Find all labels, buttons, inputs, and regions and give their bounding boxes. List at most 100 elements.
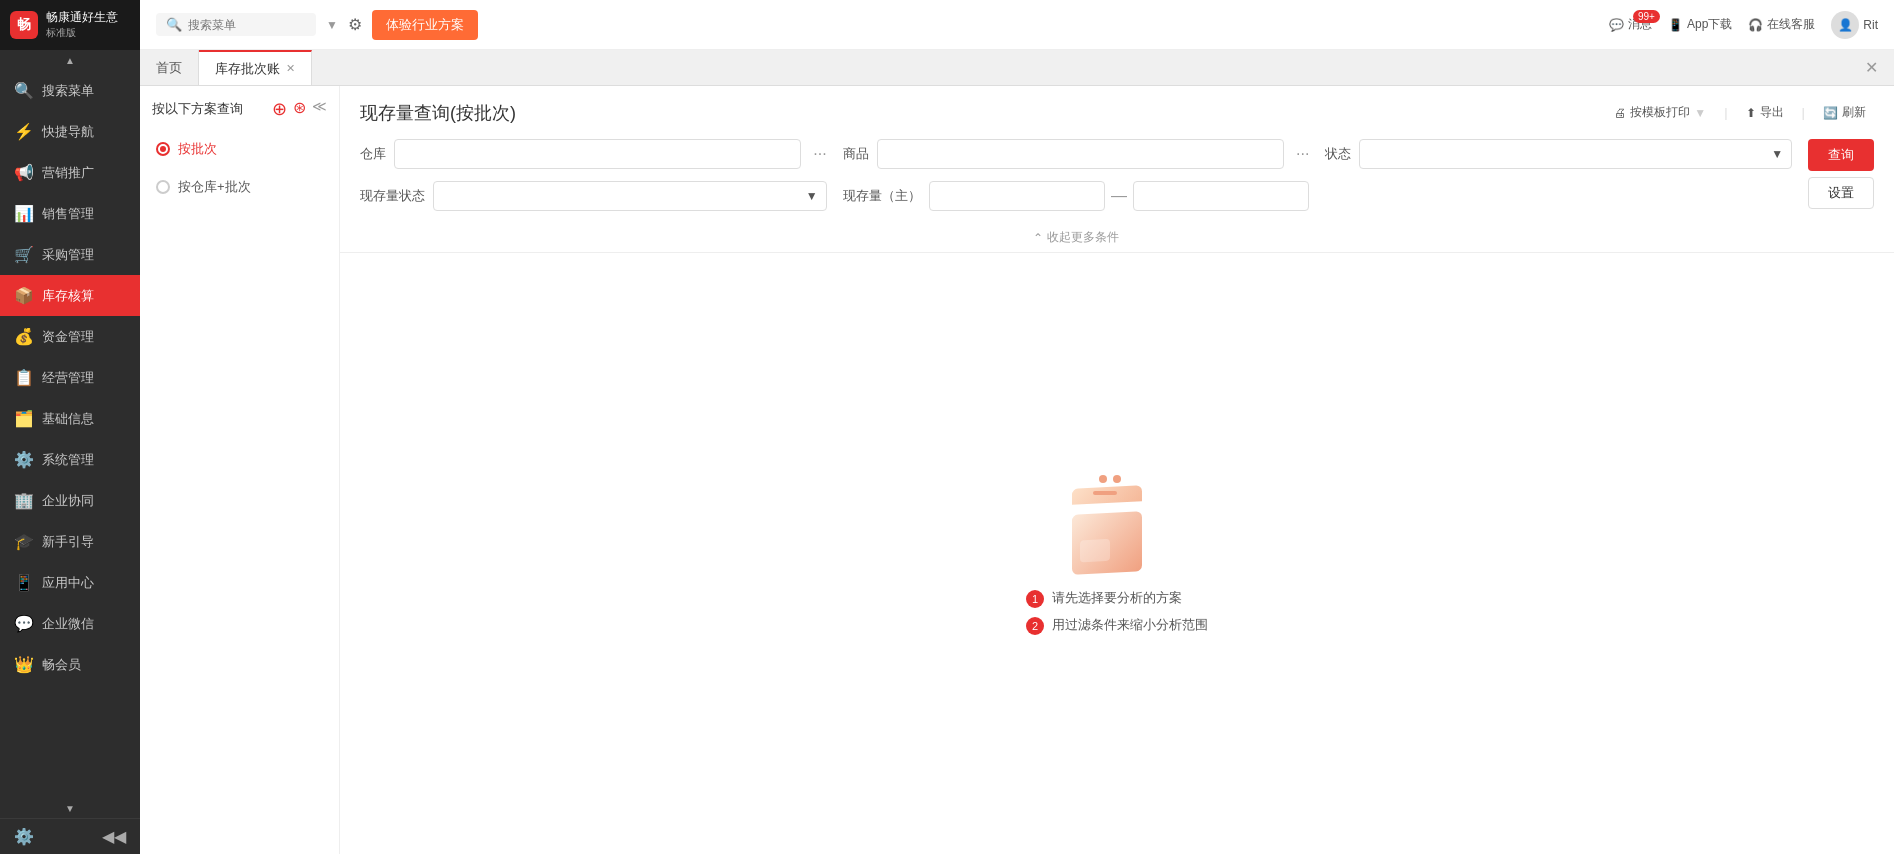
collapse-label: 收起更多条件 (1047, 229, 1119, 246)
export-label: 导出 (1760, 104, 1784, 121)
sidebar-item-search[interactable]: 🔍 搜索菜单 (0, 70, 140, 111)
sidebar-label-search: 搜索菜单 (42, 82, 94, 100)
message-btn[interactable]: 💬 消息 99+ (1609, 16, 1652, 33)
topbar: 🔍 ▼ ⚙ 体验行业方案 💬 消息 99+ 📱 App下载 🎧 在线客服 👤 R (140, 0, 1894, 50)
sidebar-item-inventory[interactable]: 📦 库存核算 (0, 275, 140, 316)
sidebar-item-member[interactable]: 👑 畅会员 (0, 644, 140, 685)
tab-home[interactable]: 首页 (140, 50, 199, 85)
right-panel: 现存量查询(按批次) 🖨 按模板打印 ▼ | ⬆ 导出 | (340, 86, 1894, 854)
sidebar-item-purchase[interactable]: 🛒 采购管理 (0, 234, 140, 275)
lp-item-by-batch[interactable]: 按批次 (140, 130, 339, 168)
settings-btn[interactable]: 设置 (1808, 177, 1874, 209)
tabbar: 首页 库存批次账 ✕ ✕ (140, 50, 1894, 86)
lp-add-icon[interactable]: ⊕ (272, 98, 287, 120)
search-input[interactable] (188, 18, 306, 32)
sidebar-item-quick-nav[interactable]: ⚡ 快捷导航 (0, 111, 140, 152)
inventory-icon: 📦 (14, 286, 34, 305)
refresh-icon: 🔄 (1823, 106, 1838, 120)
inv-amount-range: — (929, 181, 1310, 211)
query-settings-col: 查询 设置 (1808, 139, 1874, 209)
sidebar-item-enterprise[interactable]: 🏢 企业协同 (0, 480, 140, 521)
topbar-chevron-icon[interactable]: ▼ (326, 18, 338, 32)
filter-status: 状态 ▼ (1325, 139, 1792, 169)
sidebar-item-finance[interactable]: 💰 资金管理 (0, 316, 140, 357)
hint-text-2: 用过滤条件来缩小分析范围 (1052, 616, 1208, 634)
status-chevron-icon: ▼ (1771, 147, 1783, 161)
product-more-icon[interactable]: ··· (1296, 145, 1309, 163)
lp-item-by-warehouse-batch[interactable]: 按仓库+批次 (140, 168, 339, 206)
search-icon: 🔍 (14, 81, 34, 100)
app-name-block: 畅康通好生意 标准版 (46, 10, 118, 40)
query-btn[interactable]: 查询 (1808, 139, 1874, 171)
template-print-label: 按模板打印 (1630, 104, 1690, 121)
app-download-btn[interactable]: 📱 App下载 (1668, 16, 1732, 33)
tab-close-icon[interactable]: ✕ (286, 62, 295, 75)
sidebar-item-appcenter[interactable]: 📱 应用中心 (0, 562, 140, 603)
app-logo: 畅 (10, 11, 38, 39)
sidebar-item-system[interactable]: ⚙️ 系统管理 (0, 439, 140, 480)
tab-inventory-batch-label: 库存批次账 (215, 60, 280, 78)
sidebar-item-marketing[interactable]: 📢 营销推广 (0, 152, 140, 193)
refresh-label: 刷新 (1842, 104, 1866, 121)
sidebar-item-sales[interactable]: 📊 销售管理 (0, 193, 140, 234)
lp-collapse-icon[interactable]: ≪ (312, 98, 327, 120)
sidebar-footer: ⚙️ ◀◀ (0, 818, 140, 854)
settings-footer-icon[interactable]: ⚙️ (14, 827, 34, 846)
export-icon: ⬆ (1746, 106, 1756, 120)
enterprise-icon: 🏢 (14, 491, 34, 510)
refresh-btn[interactable]: 🔄 刷新 (1815, 100, 1874, 125)
message-icon: 💬 (1609, 18, 1624, 32)
product-label: 商品 (843, 145, 869, 163)
sidebar-label-operation: 经营管理 (42, 369, 94, 387)
sidebar-item-operation[interactable]: 📋 经营管理 (0, 357, 140, 398)
hint-text-1: 请先选择要分析的方案 (1052, 589, 1182, 607)
sidebar-header: 畅 畅康通好生意 标准版 (0, 0, 140, 50)
inv-amount-max[interactable] (1133, 181, 1309, 211)
sidebar-scroll-down[interactable]: ▼ (0, 798, 140, 818)
topbar-gear-icon[interactable]: ⚙ (348, 15, 362, 34)
sidebar-label-system: 系统管理 (42, 451, 94, 469)
sidebar-label-newguide: 新手引导 (42, 533, 94, 551)
sidebar-label-inventory: 库存核算 (42, 287, 94, 305)
inv-amount-label: 现存量（主） (843, 187, 921, 205)
topbar-search-box[interactable]: 🔍 (156, 13, 316, 36)
sidebar-scroll-up[interactable]: ▲ (0, 50, 140, 70)
lp-label-by-warehouse-batch: 按仓库+批次 (178, 178, 251, 196)
status-select[interactable]: ▼ (1359, 139, 1792, 169)
inv-status-label: 现存量状态 (360, 187, 425, 205)
online-support-btn[interactable]: 🎧 在线客服 (1748, 16, 1815, 33)
user-menu[interactable]: 👤 Rit (1831, 11, 1878, 39)
export-btn[interactable]: ⬆ 导出 (1738, 100, 1792, 125)
inv-status-select[interactable]: ▼ (433, 181, 827, 211)
range-dash: — (1111, 187, 1127, 205)
inv-amount-min[interactable] (929, 181, 1105, 211)
sidebar-label-marketing: 营销推广 (42, 164, 94, 182)
empty-illustration (1057, 473, 1177, 573)
print-dropdown-icon[interactable]: ▼ (1694, 106, 1706, 120)
collapse-more-btn[interactable]: ⌃ 收起更多条件 (360, 223, 1792, 252)
sidebar-item-basic[interactable]: 🗂️ 基础信息 (0, 398, 140, 439)
warehouse-more-icon[interactable]: ··· (813, 145, 826, 163)
avatar: 👤 (1831, 11, 1859, 39)
sidebar-label-appcenter: 应用中心 (42, 574, 94, 592)
support-icon: 🎧 (1748, 18, 1763, 32)
sales-icon: 📊 (14, 204, 34, 223)
sidebar-item-newguide[interactable]: 🎓 新手引导 (0, 521, 140, 562)
warehouse-input[interactable] (394, 139, 801, 169)
panel-close-btn[interactable]: ✕ (1865, 58, 1878, 77)
trial-btn[interactable]: 体验行业方案 (372, 10, 478, 40)
sidebar-label-corpwechat: 企业微信 (42, 615, 94, 633)
filter-row-1: 仓库 ··· 商品 ··· 状态 (360, 139, 1792, 169)
sidebar-item-corpwechat[interactable]: 💬 企业微信 (0, 603, 140, 644)
lp-settings-icon[interactable]: ⊛ (293, 98, 306, 120)
tab-inventory-batch[interactable]: 库存批次账 ✕ (199, 50, 312, 85)
sidebar-label-basic: 基础信息 (42, 410, 94, 428)
filter-row-2: 现存量状态 ▼ 现存量（主） (360, 181, 1792, 211)
template-print-btn[interactable]: 🖨 按模板打印 ▼ (1606, 100, 1714, 125)
collapse-sidebar-icon[interactable]: ◀◀ (102, 827, 126, 846)
page-title: 现存量查询(按批次) (360, 101, 516, 125)
product-input[interactable] (877, 139, 1284, 169)
app-name: 畅康通好生意 (46, 10, 118, 26)
content-area: 按以下方案查询 ⊕ ⊛ ≪ 按批次 按仓库+批次 (140, 86, 1894, 854)
purchase-icon: 🛒 (14, 245, 34, 264)
